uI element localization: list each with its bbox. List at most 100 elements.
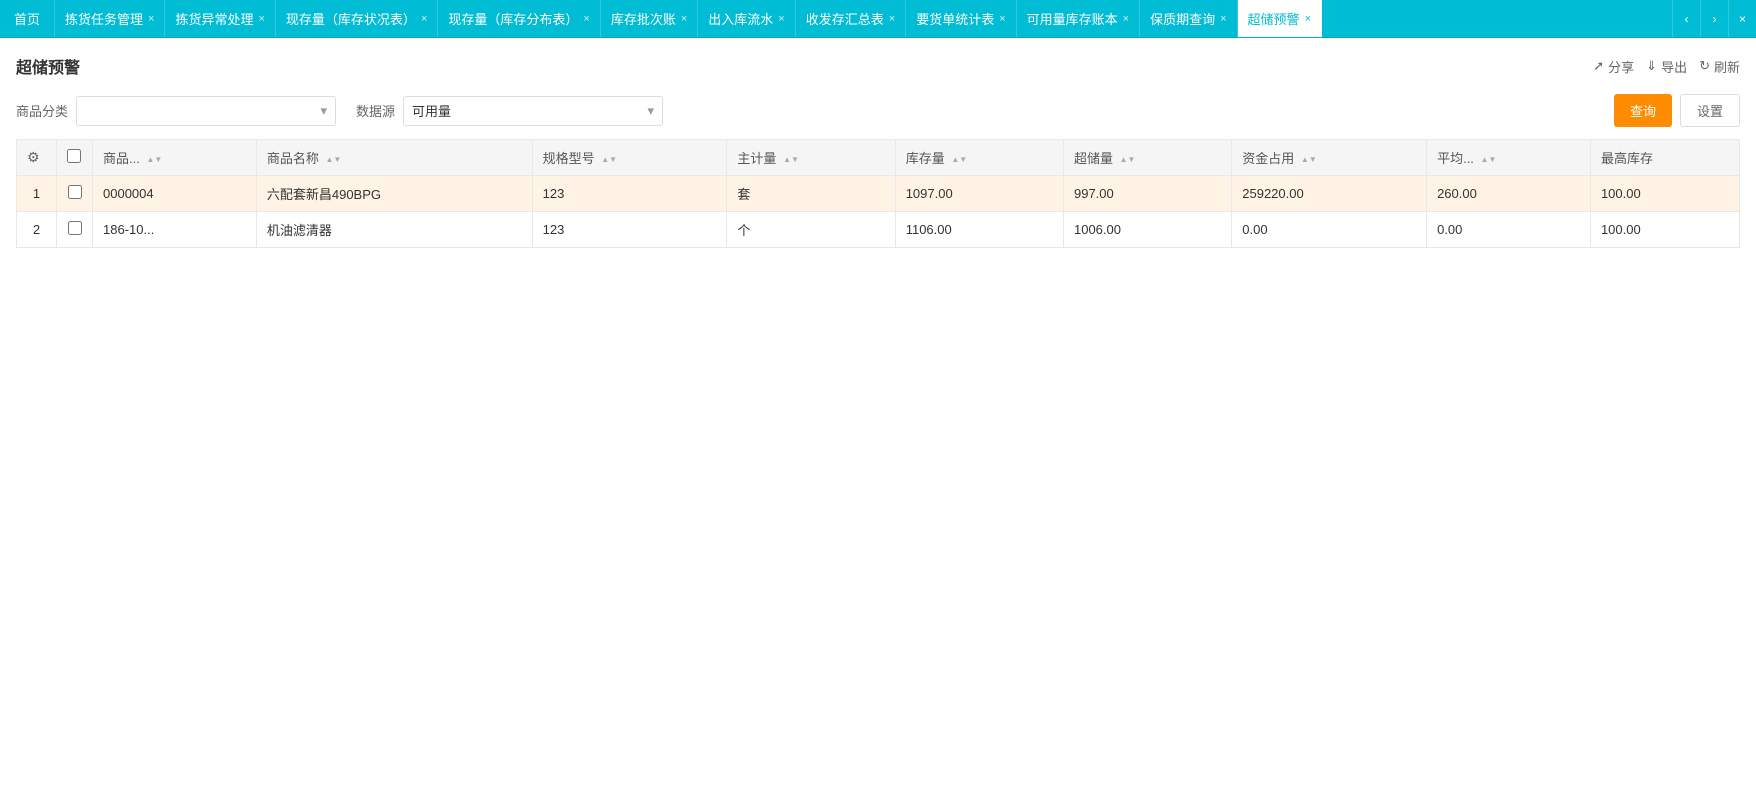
category-filter-label: 商品分类 [16, 101, 68, 120]
export-icon: ⇓ [1646, 58, 1657, 74]
export-button[interactable]: ⇓ 导出 [1646, 57, 1687, 76]
close-tab-0[interactable]: × [148, 13, 154, 25]
th-stock: 库存量 ▲▼ [895, 140, 1063, 176]
close-tab-1[interactable]: × [258, 13, 264, 25]
sort-stock-icon[interactable]: ▲▼ [951, 156, 967, 164]
datasource-filter-item: 数据源 可用量 ▾ [356, 96, 663, 126]
row-avg-1: 0.00 [1427, 212, 1591, 248]
page-actions: ➚ 分享 ⇓ 导出 ↻ 刷新 [1593, 57, 1740, 76]
row-stock-0: 1097.00 [895, 176, 1063, 212]
datasource-select[interactable]: 可用量 ▾ [403, 96, 663, 126]
th-capital: 资金占用 ▲▼ [1232, 140, 1427, 176]
row-product-name-0: 六配套新昌490BPG [256, 176, 532, 212]
row-spec-0: 123 [532, 176, 727, 212]
row-num-1: 2 [17, 212, 57, 248]
row-product-code-1: 186-10... [93, 212, 257, 248]
row-unit-1: 个 [727, 212, 895, 248]
table-row: 1 0000004 六配套新昌490BPG 123 套 1097.00 997.… [17, 176, 1740, 212]
nav-arrows-group: ‹ › × [1672, 0, 1756, 38]
th-overstock: 超储量 ▲▼ [1063, 140, 1231, 176]
sort-avg-icon[interactable]: ▲▼ [1481, 156, 1497, 164]
page-header: 超储预警 ➚ 分享 ⇓ 导出 ↻ 刷新 [16, 54, 1740, 78]
close-tab-10[interactable]: × [1305, 13, 1311, 25]
close-tab-6[interactable]: × [889, 13, 895, 25]
nav-prev-button[interactable]: ‹ [1672, 0, 1700, 38]
datasource-select-value: 可用量 [412, 101, 451, 120]
datasource-filter-label: 数据源 [356, 101, 395, 120]
row-capital-0: 259220.00 [1232, 176, 1427, 212]
data-table: ⚙ 商品... ▲▼ 商品名称 ▲▼ 规格型号 ▲▼ 主计 [16, 139, 1740, 248]
nav-tab-4[interactable]: 库存批次账 × [601, 0, 698, 38]
close-tab-7[interactable]: × [999, 13, 1005, 25]
nav-close-all-button[interactable]: × [1728, 0, 1756, 38]
nav-tab-0[interactable]: 拣货任务管理 × [55, 0, 165, 38]
close-tab-2[interactable]: × [421, 13, 427, 25]
row-spec-1: 123 [532, 212, 727, 248]
category-filter-item: 商品分类 ▾ [16, 96, 336, 126]
row-unit-0: 套 [727, 176, 895, 212]
refresh-icon: ↻ [1699, 58, 1710, 74]
category-select[interactable]: ▾ [76, 96, 336, 126]
nav-home[interactable]: 首页 [0, 0, 55, 38]
row-max-stock-0: 100.00 [1590, 176, 1739, 212]
row-checkbox-cell-0 [57, 176, 93, 212]
row-checkbox-0[interactable] [68, 185, 82, 199]
nav-tab-2[interactable]: 现存量（库存状况表） × [276, 0, 438, 38]
top-navigation: 首页 拣货任务管理 × 拣货异常处理 × 现存量（库存状况表） × 现存量（库存… [0, 0, 1756, 38]
th-avg: 平均... ▲▼ [1427, 140, 1591, 176]
nav-tab-7[interactable]: 要货单统计表 × [906, 0, 1016, 38]
th-product-name: 商品名称 ▲▼ [256, 140, 532, 176]
nav-tab-5[interactable]: 出入库流水 × [698, 0, 795, 38]
th-spec: 规格型号 ▲▼ [532, 140, 727, 176]
close-tab-4[interactable]: × [681, 13, 687, 25]
row-stock-1: 1106.00 [895, 212, 1063, 248]
row-capital-1: 0.00 [1232, 212, 1427, 248]
nav-tab-1[interactable]: 拣货异常处理 × [165, 0, 275, 38]
sort-overstock-icon[interactable]: ▲▼ [1120, 156, 1136, 164]
th-checkbox [57, 140, 93, 176]
close-tab-5[interactable]: × [778, 13, 784, 25]
row-checkbox-cell-1 [57, 212, 93, 248]
settings-button[interactable]: 设置 [1680, 94, 1740, 127]
nav-tab-3[interactable]: 现存量（库存分布表） × [438, 0, 600, 38]
close-tab-9[interactable]: × [1220, 13, 1226, 25]
nav-tab-10[interactable]: 超储预警 × [1238, 0, 1322, 38]
row-overstock-1: 1006.00 [1063, 212, 1231, 248]
close-tab-3[interactable]: × [583, 13, 589, 25]
sort-unit-icon[interactable]: ▲▼ [783, 156, 799, 164]
refresh-button[interactable]: ↻ 刷新 [1699, 57, 1740, 76]
th-product-code: 商品... ▲▼ [93, 140, 257, 176]
share-button[interactable]: ➚ 分享 [1593, 57, 1634, 76]
share-icon: ➚ [1593, 58, 1604, 74]
sort-spec-icon[interactable]: ▲▼ [601, 156, 617, 164]
row-avg-0: 260.00 [1427, 176, 1591, 212]
category-chevron-icon: ▾ [320, 103, 327, 119]
query-button[interactable]: 查询 [1614, 94, 1672, 127]
nav-tab-6[interactable]: 收发存汇总表 × [796, 0, 906, 38]
th-unit: 主计量 ▲▼ [727, 140, 895, 176]
row-product-code-0: 0000004 [93, 176, 257, 212]
row-product-name-1: 机油滤清器 [256, 212, 532, 248]
sort-product-code-icon[interactable]: ▲▼ [146, 156, 162, 164]
row-max-stock-1: 100.00 [1590, 212, 1739, 248]
nav-tab-9[interactable]: 保质期查询 × [1140, 0, 1237, 38]
page-title: 超储预警 [16, 54, 80, 78]
th-settings: ⚙ [17, 140, 57, 176]
datasource-chevron-icon: ▾ [648, 103, 655, 119]
row-num-0: 1 [17, 176, 57, 212]
table-row: 2 186-10... 机油滤清器 123 个 1106.00 1006.00 … [17, 212, 1740, 248]
page-content: 超储预警 ➚ 分享 ⇓ 导出 ↻ 刷新 商品分类 ▾ 数据源 [0, 38, 1756, 800]
close-tab-8[interactable]: × [1123, 13, 1129, 25]
table-header-row: ⚙ 商品... ▲▼ 商品名称 ▲▼ 规格型号 ▲▼ 主计 [17, 140, 1740, 176]
sort-capital-icon[interactable]: ▲▼ [1301, 156, 1317, 164]
nav-tab-8[interactable]: 可用量库存账本 × [1017, 0, 1140, 38]
select-all-checkbox[interactable] [67, 149, 81, 163]
filter-bar: 商品分类 ▾ 数据源 可用量 ▾ 查询 设置 [16, 94, 1740, 127]
filter-actions: 查询 设置 [1614, 94, 1740, 127]
row-checkbox-1[interactable] [68, 221, 82, 235]
column-settings-icon[interactable]: ⚙ [27, 149, 40, 165]
sort-product-name-icon[interactable]: ▲▼ [326, 156, 342, 164]
row-overstock-0: 997.00 [1063, 176, 1231, 212]
nav-next-button[interactable]: › [1700, 0, 1728, 38]
th-max-stock: 最高库存 [1590, 140, 1739, 176]
